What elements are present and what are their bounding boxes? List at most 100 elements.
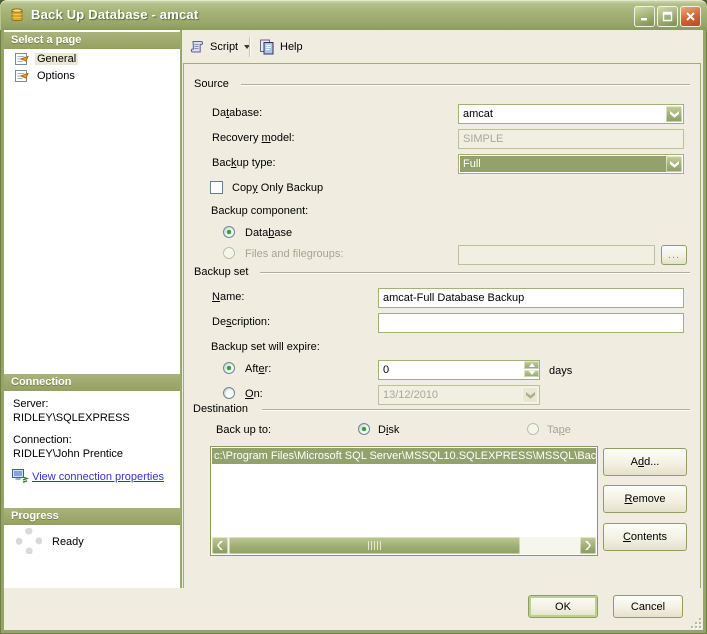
scrollbar-thumb[interactable] bbox=[229, 537, 520, 554]
on-radio-label[interactable]: On: bbox=[245, 388, 263, 400]
help-icon bbox=[260, 39, 274, 55]
add-button[interactable]: Add... bbox=[603, 448, 687, 476]
script-label: Script bbox=[210, 41, 239, 53]
select-a-page-header: Select a page bbox=[4, 32, 180, 49]
window-title: Back Up Database - amcat bbox=[31, 7, 199, 22]
ok-button-label: OK bbox=[555, 600, 571, 613]
sidebar-item-general[interactable]: General bbox=[4, 51, 180, 68]
files-filegroups-label: Files and filegroups: bbox=[245, 248, 344, 260]
copy-only-backup-checkbox[interactable] bbox=[210, 181, 223, 194]
toolbar-separator bbox=[249, 37, 250, 57]
scroll-right-icon[interactable] bbox=[580, 537, 596, 554]
name-label: Name: bbox=[212, 291, 245, 303]
backup-set-group-caption: Backup set bbox=[194, 266, 249, 278]
on-radio[interactable] bbox=[223, 387, 235, 399]
connection-header: Connection bbox=[4, 374, 180, 391]
ok-button[interactable]: OK bbox=[528, 595, 598, 618]
page-icon bbox=[15, 53, 29, 65]
minimize-button[interactable] bbox=[634, 6, 655, 27]
connection-properties-icon bbox=[12, 469, 29, 483]
server-label: Server: bbox=[13, 398, 49, 410]
backup-to-label: Back up to: bbox=[216, 424, 272, 436]
database-radio-label[interactable]: Database bbox=[245, 227, 292, 239]
remove-button-label: Remove bbox=[624, 493, 666, 505]
script-icon bbox=[190, 41, 204, 53]
database-radio[interactable] bbox=[223, 226, 235, 238]
after-radio[interactable] bbox=[223, 362, 235, 374]
server-value: RIDLEY\SQLEXPRESS bbox=[13, 412, 130, 424]
name-field[interactable] bbox=[378, 288, 684, 308]
files-filegroups-field bbox=[458, 245, 655, 265]
connection-value: RIDLEY\John Prentice bbox=[13, 448, 124, 460]
database-combobox-value: amcat bbox=[463, 108, 493, 120]
resize-grip[interactable] bbox=[689, 616, 701, 628]
view-connection-properties-link[interactable]: View connection properties bbox=[32, 471, 164, 483]
tape-radio-label: Tape bbox=[547, 424, 571, 436]
database-icon bbox=[11, 8, 23, 22]
browse-button[interactable]: ... bbox=[661, 245, 687, 265]
database-label: Database: bbox=[212, 107, 263, 119]
after-radio-label[interactable]: After: bbox=[245, 363, 271, 375]
add-button-label: Add... bbox=[630, 456, 660, 468]
cancel-button-label: Cancel bbox=[630, 600, 666, 613]
destination-group-line bbox=[262, 409, 690, 411]
browse-button-label: ... bbox=[667, 249, 681, 261]
after-spinner[interactable] bbox=[378, 360, 540, 380]
progress-header: Progress bbox=[4, 508, 180, 525]
recovery-model-field bbox=[458, 129, 684, 149]
title-bar[interactable]: Back Up Database - amcat bbox=[0, 0, 707, 30]
expire-label: Backup set will expire: bbox=[211, 341, 320, 353]
connection-label: Connection: bbox=[13, 434, 72, 446]
minimize-icon bbox=[641, 18, 647, 21]
scroll-left-icon[interactable] bbox=[212, 537, 228, 554]
files-filegroups-radio bbox=[223, 247, 235, 259]
progress-spinner-icon bbox=[16, 528, 42, 554]
destination-listbox[interactable]: c:\Program Files\Microsoft SQL Server\MS… bbox=[210, 446, 598, 556]
maximize-button[interactable] bbox=[657, 6, 678, 27]
chevron-down-icon[interactable] bbox=[666, 156, 682, 172]
sidebar: Select a page General Options Connection… bbox=[4, 30, 181, 588]
view-connection-properties-row: View connection properties bbox=[11, 468, 164, 484]
script-button[interactable]: Script bbox=[184, 35, 254, 59]
sidebar-item-options[interactable]: Options bbox=[4, 68, 180, 85]
toolbar: Script Help bbox=[182, 33, 703, 61]
source-group-line bbox=[241, 84, 690, 86]
footer: OK Cancel bbox=[4, 588, 703, 630]
on-date-value: 13/12/2010 bbox=[383, 389, 439, 401]
sidebar-item-label: General bbox=[35, 53, 79, 65]
after-days-field[interactable] bbox=[378, 360, 540, 380]
destination-group-caption: Destination bbox=[193, 403, 249, 415]
backup-type-label: Backup type: bbox=[212, 157, 276, 169]
close-icon bbox=[686, 12, 695, 21]
close-button[interactable] bbox=[680, 6, 701, 27]
cancel-button[interactable]: Cancel bbox=[613, 595, 683, 618]
database-combobox[interactable]: amcat bbox=[458, 104, 684, 124]
horizontal-scrollbar[interactable] bbox=[212, 537, 596, 554]
maximize-icon bbox=[662, 11, 673, 22]
help-button[interactable]: Help bbox=[254, 35, 307, 59]
copy-only-backup-label[interactable]: Copy Only Backup bbox=[232, 182, 323, 194]
backup-database-dialog: Back Up Database - amcat Select a page G… bbox=[0, 0, 707, 634]
disk-radio-label[interactable]: Disk bbox=[378, 424, 399, 436]
contents-button-label: Contents bbox=[622, 531, 668, 543]
backup-type-combobox[interactable]: Full bbox=[458, 154, 684, 174]
spin-down-icon[interactable] bbox=[524, 369, 539, 377]
destination-path-item[interactable]: c:\Program Files\Microsoft SQL Server\MS… bbox=[212, 448, 596, 464]
remove-button[interactable]: Remove bbox=[603, 485, 687, 513]
recovery-model-label: Recovery model: bbox=[212, 132, 295, 144]
progress-status: Ready bbox=[52, 536, 84, 548]
spin-up-icon[interactable] bbox=[524, 361, 539, 369]
help-label: Help bbox=[280, 41, 303, 53]
chevron-down-icon[interactable] bbox=[666, 106, 682, 122]
description-field[interactable] bbox=[378, 313, 684, 333]
contents-button[interactable]: Contents bbox=[603, 523, 687, 551]
tape-radio bbox=[527, 423, 539, 435]
backup-set-group-line bbox=[260, 272, 690, 274]
backup-component-label: Backup component: bbox=[211, 205, 309, 217]
chevron-down-icon bbox=[522, 387, 538, 403]
page-icon bbox=[15, 70, 29, 82]
content-panel: Source Database: amcat Recovery model: B… bbox=[183, 63, 701, 590]
disk-radio[interactable] bbox=[358, 423, 370, 435]
on-date-combobox: 13/12/2010 bbox=[378, 385, 540, 405]
days-unit-label: days bbox=[549, 365, 573, 377]
